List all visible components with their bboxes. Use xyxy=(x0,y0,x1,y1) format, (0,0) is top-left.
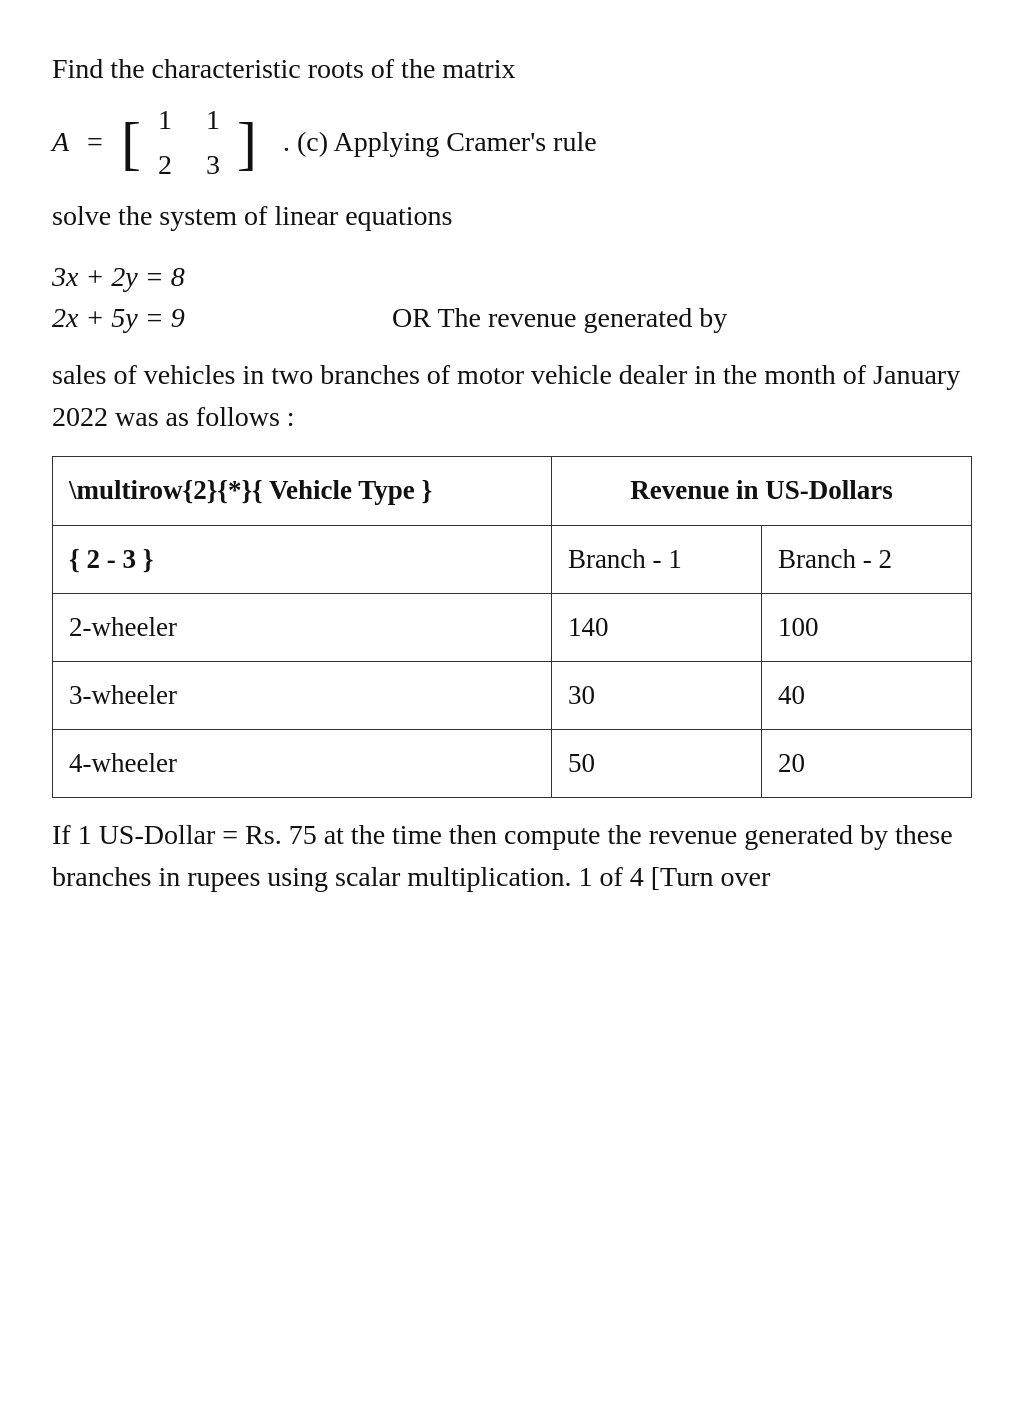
subheader-branch1-label: Branch - 1 xyxy=(568,544,682,574)
branch2-4wheeler: 20 xyxy=(761,729,971,797)
vehicle-type-4wheeler: 4-wheeler xyxy=(53,729,552,797)
revenue-table: \multirow{2}{*}{ Vehicle Type } Revenue … xyxy=(52,456,972,798)
branch1-2wheeler-value: 140 xyxy=(568,612,609,642)
matrix-label: A xyxy=(52,122,69,163)
equation-1-row: 3x + 2y = 8 xyxy=(52,257,727,298)
vehicle-type-3wheeler: 3-wheeler xyxy=(53,661,552,729)
table-row: 4-wheeler 50 20 xyxy=(53,729,972,797)
footer-text: If 1 US-Dollar = Rs. 75 at the time then… xyxy=(52,814,972,898)
sales-text: sales of vehicles in two branches of mot… xyxy=(52,354,972,438)
branch1-4wheeler: 50 xyxy=(551,729,761,797)
subheader-branch2: Branch - 2 xyxy=(761,525,971,593)
table-container: \multirow{2}{*}{ Vehicle Type } Revenue … xyxy=(52,456,972,798)
cramer-note: . (c) Applying Cramer's rule xyxy=(283,122,597,163)
header-revenue: Revenue in US-Dollars xyxy=(551,457,971,525)
header-vehicle-label: \multirow{2}{*}{ Vehicle Type } xyxy=(69,475,432,505)
header-vehicle: \multirow{2}{*}{ Vehicle Type } xyxy=(53,457,552,525)
vehicle-3wheeler-label: 3-wheeler xyxy=(69,680,177,710)
intro-label: Find the characteristic roots of the mat… xyxy=(52,53,515,84)
solve-intro-text: solve the system of linear equations xyxy=(52,195,972,237)
equation-2: 2x + 5y = 9 xyxy=(52,298,372,339)
subheader-branch1: Branch - 1 xyxy=(551,525,761,593)
matrix-r1c2: 1 xyxy=(193,100,233,141)
branch2-4wheeler-value: 20 xyxy=(778,748,805,778)
branch2-2wheeler-value: 100 xyxy=(778,612,819,642)
branch1-2wheeler: 140 xyxy=(551,593,761,661)
matrix-r1c1: 1 xyxy=(145,100,185,141)
equation-1: 3x + 2y = 8 xyxy=(52,257,372,298)
matrix-r2c2: 3 xyxy=(193,145,233,186)
matrix-bracket: [ 1 1 2 3 ] xyxy=(121,100,257,185)
branch1-3wheeler: 30 xyxy=(551,661,761,729)
table-row: 3-wheeler 30 40 xyxy=(53,661,972,729)
branch1-4wheeler-value: 50 xyxy=(568,748,595,778)
equation-2-row: 2x + 5y = 9 OR The revenue generated by xyxy=(52,298,727,339)
branch2-2wheeler: 100 xyxy=(761,593,971,661)
table-header-row: \multirow{2}{*}{ Vehicle Type } Revenue … xyxy=(53,457,972,525)
vehicle-2wheeler-label: 2-wheeler xyxy=(69,612,177,642)
intro-text: Find the characteristic roots of the mat… xyxy=(52,48,972,90)
equations-or-block: 3x + 2y = 8 2x + 5y = 9 OR The revenue g… xyxy=(52,247,972,344)
equations-block: 3x + 2y = 8 2x + 5y = 9 OR The revenue g… xyxy=(52,257,727,338)
matrix-line: A = [ 1 1 2 3 ] . (c) Applying Cramer's … xyxy=(52,100,972,185)
branch1-3wheeler-value: 30 xyxy=(568,680,595,710)
main-content: Find the characteristic roots of the mat… xyxy=(52,48,972,898)
bracket-left-icon: [ xyxy=(121,113,141,173)
sales-label: sales of vehicles in two branches of mot… xyxy=(52,359,960,432)
table-row: 2-wheeler 140 100 xyxy=(53,593,972,661)
subheader-vehicle-label: { 2 - 3 } xyxy=(69,544,153,574)
footer-label: If 1 US-Dollar = Rs. 75 at the time then… xyxy=(52,819,953,892)
solve-intro-label: solve the system of linear equations xyxy=(52,200,452,231)
equals-sign: = xyxy=(87,122,103,163)
vehicle-4wheeler-label: 4-wheeler xyxy=(69,748,177,778)
matrix-grid: 1 1 2 3 xyxy=(145,100,233,185)
or-note: OR The revenue generated by xyxy=(392,298,727,339)
header-revenue-label: Revenue in US-Dollars xyxy=(630,475,893,505)
vehicle-type-2wheeler: 2-wheeler xyxy=(53,593,552,661)
branch2-3wheeler: 40 xyxy=(761,661,971,729)
subheader-branch2-label: Branch - 2 xyxy=(778,544,892,574)
table-subheader-row: { 2 - 3 } Branch - 1 Branch - 2 xyxy=(53,525,972,593)
matrix-r2c1: 2 xyxy=(145,145,185,186)
branch2-3wheeler-value: 40 xyxy=(778,680,805,710)
subheader-vehicle: { 2 - 3 } xyxy=(53,525,552,593)
bracket-right-icon: ] xyxy=(237,113,257,173)
